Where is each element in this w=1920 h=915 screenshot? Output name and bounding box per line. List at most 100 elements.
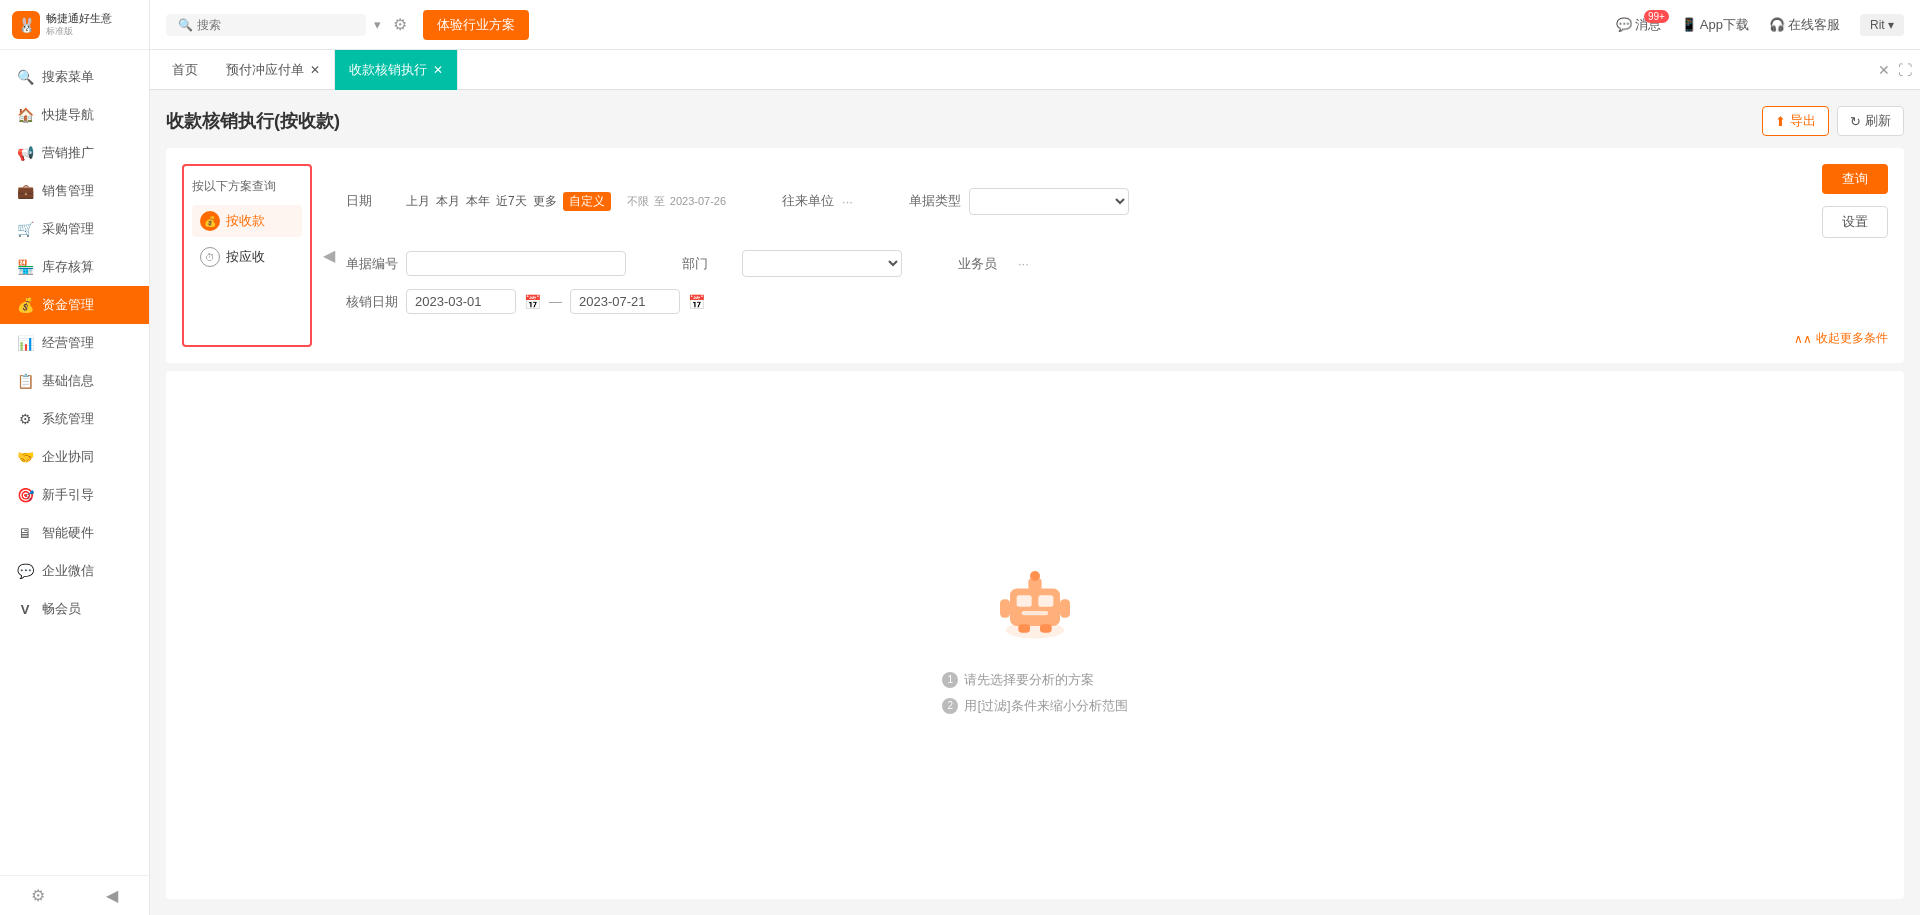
message-button[interactable]: 💬 消息 99+ [1616,16,1661,34]
date-more[interactable]: 更多 [533,193,557,210]
member-icon: V [16,600,34,618]
message-badge: 99+ [1644,10,1669,23]
filter-item-doctype: 单据类型 [909,188,1129,215]
sidebar-item-shortcut[interactable]: 🏠 快捷导航 [0,96,149,134]
sidebar-item-label: 营销推广 [42,144,94,162]
topbar-chevron-icon[interactable]: ▾ [374,17,381,32]
sidebar-item-marketing[interactable]: 📢 营销推广 [0,134,149,172]
collapse-sidebar-icon[interactable]: ◀ [106,886,118,905]
sidebar-item-search[interactable]: 🔍 搜索菜单 [0,58,149,96]
query-btns: 查询 设置 [1822,164,1888,238]
collapse-chevron-icon: ∧∧ [1794,332,1812,346]
operations-icon: 📊 [16,334,34,352]
topbar-search-icon: 🔍 [178,18,193,32]
sidebar-item-hardware[interactable]: 🖥 智能硬件 [0,514,149,552]
system-icon: ⚙ [16,410,34,428]
solution-button[interactable]: 体验行业方案 [423,10,529,40]
sidebar-item-enterprise[interactable]: 🤝 企业协同 [0,438,149,476]
filter-form: 日期 上月 本月 本年 近7天 更多 自定义 不限 至 [346,164,1888,347]
service-icon: 🎧 [1769,17,1785,32]
export-button[interactable]: ⬆ 导出 [1762,106,1829,136]
sidebar-item-label: 采购管理 [42,220,94,238]
date-start-value: 2023-07-26 [670,195,726,207]
inventory-icon: 🏪 [16,258,34,276]
date-this-year[interactable]: 本年 [466,193,490,210]
tab-prepay-close-icon[interactable]: ✕ [310,63,320,77]
doctype-label: 单据类型 [909,192,961,210]
username-label: Rit [1870,18,1885,32]
sidebar-item-purchase[interactable]: 🛒 采购管理 [0,210,149,248]
tab-prepay[interactable]: 预付冲应付单 ✕ [212,50,335,90]
date-custom[interactable]: 自定义 [563,192,611,211]
collapse-arrow-icon: ◀ [323,246,335,265]
settings-bottom-icon[interactable]: ⚙ [31,886,45,905]
sidebar-item-system[interactable]: ⚙ 系统管理 [0,400,149,438]
query-button[interactable]: 查询 [1822,164,1888,194]
sidebar-item-wechat[interactable]: 💬 企业微信 [0,552,149,590]
sidebar-item-inventory[interactable]: 🏪 库存核算 [0,248,149,286]
tab-close-all-icon[interactable]: ✕ [1878,62,1890,78]
refresh-button[interactable]: ↻ 刷新 [1837,106,1904,136]
filter-receivable-label: 按应收 [226,248,265,266]
collapse-more-row: ∧∧ 收起更多条件 [346,330,1888,347]
partner-ellipsis: ··· [842,194,853,209]
app-download-button[interactable]: 📱 App下载 [1681,16,1749,34]
writeoff-end-input[interactable] [570,289,680,314]
topbar-gear-icon[interactable]: ⚙ [393,15,407,34]
collapse-more-btn[interactable]: ∧∧ 收起更多条件 [1794,330,1888,347]
filter-item-docnum: 单据编号 [346,251,626,276]
sidebar-item-label: 搜索菜单 [42,68,94,86]
sidebar-item-label: 基础信息 [42,372,94,390]
sidebar-item-label: 经营管理 [42,334,94,352]
logo-app-name: 畅捷通好生意 [46,11,112,25]
doctype-select[interactable] [969,188,1129,215]
date-last-month[interactable]: 上月 [406,193,430,210]
date-this-month[interactable]: 本月 [436,193,460,210]
enterprise-icon: 🤝 [16,448,34,466]
calendar-end-icon[interactable]: 📅 [688,294,705,310]
date-last-7-days[interactable]: 近7天 [496,193,527,210]
date-label: 日期 [346,192,398,210]
filter-item-staff: 业务员 ··· [958,255,1029,273]
partner-label: 往来单位 [782,192,834,210]
filter-receipt-icon: 💰 [200,211,220,231]
purchase-icon: 🛒 [16,220,34,238]
topbar-search-box[interactable]: 🔍 [166,14,366,36]
dept-select[interactable] [742,250,902,277]
docnum-label: 单据编号 [346,255,398,273]
tab-collection[interactable]: 收款核销执行 ✕ [335,50,458,90]
marketing-icon: 📢 [16,144,34,162]
online-service-button[interactable]: 🎧 在线客服 [1769,16,1840,34]
page-actions: ⬆ 导出 ↻ 刷新 [1762,106,1904,136]
writeoff-start-input[interactable] [406,289,516,314]
tab-home[interactable]: 首页 [158,50,212,90]
sidebar-item-basic[interactable]: 📋 基础信息 [0,362,149,400]
home-icon: 🏠 [16,106,34,124]
sidebar-item-finance[interactable]: 💰 资金管理 [0,286,149,324]
setting-button[interactable]: 设置 [1822,206,1888,238]
svg-rect-2 [1017,595,1032,607]
topbar: 🔍 ▾ ⚙ 体验行业方案 💬 消息 99+ 📱 App下载 🎧 在线客服 Rit… [150,0,1920,50]
user-menu[interactable]: Rit ▾ [1860,14,1904,36]
app-icon: 📱 [1681,17,1697,32]
sidebar-item-label: 新手引导 [42,486,94,504]
main-area: 🔍 ▾ ⚙ 体验行业方案 💬 消息 99+ 📱 App下载 🎧 在线客服 Rit… [150,0,1920,915]
sidebar-item-operations[interactable]: 📊 经营管理 [0,324,149,362]
tab-expand-icon[interactable]: ⛶ [1898,62,1912,78]
filter-panel: 按以下方案查询 💰 按收款 ⏱ 按应收 ◀ 日期 [166,148,1904,363]
filter-option-by-receipt[interactable]: 💰 按收款 [192,205,302,237]
sidebar-item-newbie[interactable]: 🎯 新手引导 [0,476,149,514]
topbar-search-input[interactable] [197,18,297,32]
calendar-start-icon[interactable]: 📅 [524,294,541,310]
svg-rect-1 [1010,589,1060,627]
tab-collection-close-icon[interactable]: ✕ [433,63,443,77]
sidebar-bottom: ⚙ ◀ [0,875,149,915]
filter-collapse-btn[interactable]: ◀ [320,164,338,347]
filter-option-by-receivable[interactable]: ⏱ 按应收 [192,241,302,273]
content: 收款核销执行(按收款) ⬆ 导出 ↻ 刷新 按以下方案查询 💰 按收款 [150,90,1920,915]
sales-icon: 💼 [16,182,34,200]
sidebar-item-member[interactable]: V 畅会员 [0,590,149,628]
sidebar-item-sales[interactable]: 💼 销售管理 [0,172,149,210]
docnum-input[interactable] [406,251,626,276]
hardware-icon: 🖥 [16,524,34,542]
